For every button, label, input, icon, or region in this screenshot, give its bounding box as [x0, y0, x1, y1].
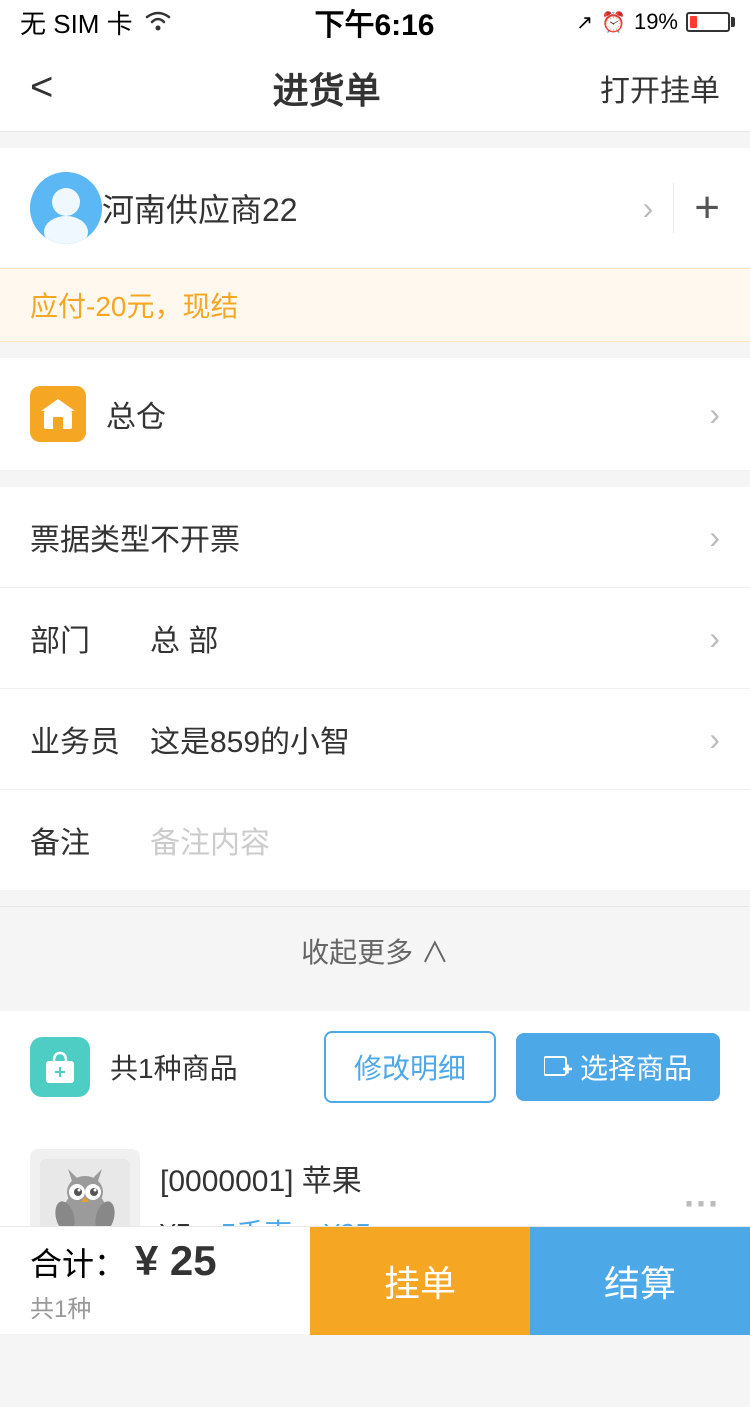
open-hang-button[interactable]: 打开挂单 [600, 66, 720, 110]
status-time: 下午6:16 [314, 0, 434, 44]
warehouse-row[interactable]: 总仓 › [0, 358, 750, 471]
notice-bar: 应付-20元，现结 [0, 268, 750, 342]
total-amount: ¥ 25 [135, 1237, 217, 1284]
notice-text: 应付-20元，现结 [30, 291, 238, 322]
battery-icon [686, 12, 730, 32]
staff-label: 业务员 [30, 717, 150, 761]
invoice-row[interactable]: 票据类型 不开票 › [0, 487, 750, 588]
supplier-row[interactable]: 河南供应商22 › + [0, 148, 750, 268]
product-code: [0000001] [160, 1165, 302, 1198]
settle-button[interactable]: 结算 [530, 1227, 750, 1335]
select-product-label: 选择商品 [580, 1047, 692, 1087]
warehouse-icon [30, 386, 86, 442]
total-line: 合计： ¥ 25 [30, 1237, 280, 1285]
battery-label: 19% [634, 9, 678, 35]
product-title: 苹果 [302, 1165, 362, 1198]
dept-row[interactable]: 部门 总 部 › [0, 588, 750, 689]
chevron-icon: › [643, 190, 654, 227]
vertical-divider [673, 183, 674, 233]
wifi-icon [143, 7, 173, 38]
supplier-avatar [30, 172, 102, 244]
add-supplier-button[interactable]: + [694, 183, 720, 233]
collapse-bar[interactable]: 收起更多 ∧ [0, 906, 750, 995]
edit-detail-button[interactable]: 修改明细 [324, 1031, 496, 1103]
product-count: 共1种商品 [110, 1047, 304, 1087]
status-bar: 无 SIM 卡 下午6:16 ↗ ⏰ 19% [0, 0, 750, 44]
carrier-label: 无 SIM 卡 [20, 4, 133, 41]
back-button[interactable]: < [30, 65, 53, 110]
bottom-bar: 合计： ¥ 25 共1种 挂单 结算 [0, 1226, 750, 1334]
dept-label: 部门 [30, 616, 150, 660]
chevron-icon: › [709, 519, 720, 556]
chevron-icon: › [709, 620, 720, 657]
warehouse-section: 总仓 › [0, 358, 750, 471]
total-section: 合计： ¥ 25 共1种 [0, 1237, 310, 1324]
product-more-button[interactable]: ··· [684, 1183, 720, 1225]
invoice-label: 票据类型 [30, 515, 150, 559]
page-title: 进货单 [273, 62, 381, 114]
chevron-icon: › [709, 721, 720, 758]
staff-value: 这是859的小智 [150, 717, 709, 761]
hang-button[interactable]: 挂单 [310, 1227, 530, 1335]
product-header: 共1种商品 修改明细 选择商品 [0, 1011, 750, 1123]
total-label: 合计： [30, 1246, 126, 1282]
collapse-label: 收起更多 ∧ [301, 937, 449, 968]
product-bag-icon [30, 1037, 90, 1097]
warehouse-name: 总仓 [106, 392, 709, 436]
nav-bar: < 进货单 打开挂单 [0, 44, 750, 132]
location-icon: ↗ [576, 10, 593, 35]
supplier-section: 河南供应商22 › + 应付-20元，现结 [0, 148, 750, 342]
remark-input[interactable]: 备注内容 [150, 818, 270, 862]
staff-row[interactable]: 业务员 这是859的小智 › [0, 689, 750, 790]
select-product-button[interactable]: 选择商品 [516, 1033, 720, 1101]
product-name: [0000001] 苹果 [160, 1156, 684, 1200]
status-left: 无 SIM 卡 [20, 4, 173, 41]
alarm-icon: ⏰ [601, 10, 626, 35]
status-right: ↗ ⏰ 19% [576, 9, 730, 35]
chevron-icon: › [709, 396, 720, 433]
supplier-name: 河南供应商22 [102, 185, 643, 231]
invoice-value: 不开票 [150, 515, 709, 559]
total-count: 共1种 [30, 1289, 280, 1324]
dept-value: 总 部 [150, 616, 709, 660]
form-section: 票据类型 不开票 › 部门 总 部 › 业务员 这是859的小智 › 备注 备注… [0, 487, 750, 890]
remark-row[interactable]: 备注 备注内容 [0, 790, 750, 890]
remark-label: 备注 [30, 818, 150, 862]
